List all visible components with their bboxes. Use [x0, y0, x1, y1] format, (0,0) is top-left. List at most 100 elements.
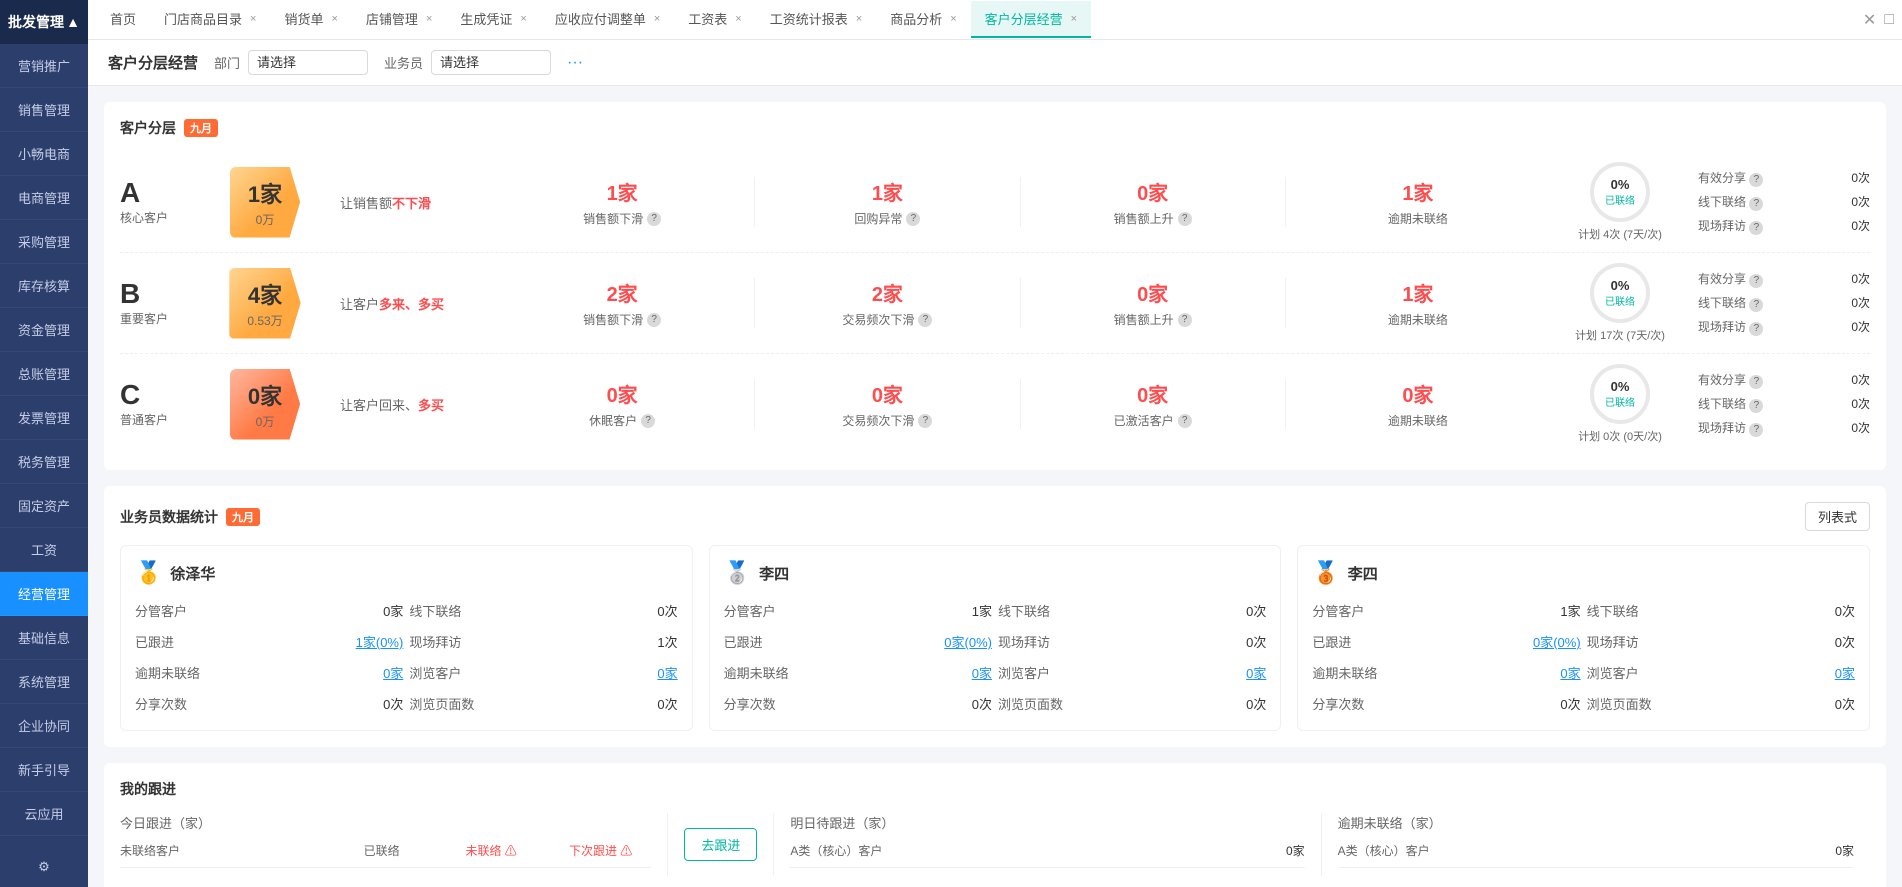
- sidebar-item-系统管理[interactable]: 系统管理: [0, 660, 88, 704]
- sidebar-item-固定资产[interactable]: 固定资产: [0, 484, 88, 528]
- info-icon: ?: [1178, 313, 1192, 327]
- sidebar-item-新手引导[interactable]: 新手引导: [0, 748, 88, 792]
- tier-circle-B: 0% 已联络 计划 17次 (7天/次): [1550, 263, 1690, 343]
- go-followup-button[interactable]: 去跟进: [684, 828, 757, 861]
- tab-close-应收应付调整单[interactable]: ×: [654, 13, 660, 25]
- staff-stat-线下联络: 线下联络 0次: [998, 598, 1266, 623]
- staff-name-row: 🥉 李四: [1312, 560, 1855, 586]
- sidebar-item-工资[interactable]: 工资: [0, 528, 88, 572]
- tab-销货单[interactable]: 销货单×: [270, 1, 351, 38]
- staff-stat-浏览客户: 浏览客户 0家: [1587, 660, 1855, 685]
- staff-name-row: 🥇 徐泽华: [135, 560, 678, 586]
- list-view-button[interactable]: 列表式: [1805, 502, 1870, 531]
- stat-A-回购异常: 1家 回购异常 ?: [755, 177, 1020, 227]
- info-icon: ?: [1749, 173, 1763, 187]
- tier-right-stats-C: 有效分享 ? 0次 线下联络 ? 0次 现场拜访 ? 0次: [1690, 368, 1870, 440]
- tab-close-工资统计报表[interactable]: ×: [856, 13, 862, 25]
- sidebar-item-电商管理[interactable]: 电商管理: [0, 176, 88, 220]
- staff-stat-分管客户: 分管客户 0家: [135, 598, 403, 623]
- tier-right-stats-B: 有效分享 ? 0次 线下联络 ? 0次 现场拜访 ? 0次: [1690, 267, 1870, 339]
- staff-card-徐泽华-0: 🥇 徐泽华 分管客户 0家 线下联络 0次 已跟进 1家(0%) 现场拜访 1次: [120, 545, 693, 731]
- tab-close-客户分层经营[interactable]: ×: [1071, 13, 1077, 25]
- tab-close-工资表[interactable]: ×: [735, 13, 741, 25]
- tab-close-生成凭证[interactable]: ×: [520, 13, 526, 25]
- staff-grid: 🥇 徐泽华 分管客户 0家 线下联络 0次 已跟进 1家(0%) 现场拜访 1次: [120, 545, 1870, 731]
- customer-tier-title: 客户分层 九月: [120, 118, 1870, 138]
- staff-stat-分管客户: 分管客户 1家: [724, 598, 992, 623]
- sidebar-toggle-icon: ▲: [66, 14, 80, 30]
- sidebar-item-总账管理[interactable]: 总账管理: [0, 352, 88, 396]
- staff-stat-现场拜访: 现场拜访 0次: [998, 629, 1266, 654]
- sidebar-item-企业协同[interactable]: 企业协同: [0, 704, 88, 748]
- tomorrow-followup-col: 明日待跟进（家） A类（核心）客户 0家: [773, 813, 1321, 876]
- staff-stat-浏览页面数: 浏览页面数 0次: [409, 691, 677, 716]
- tab-工资统计报表[interactable]: 工资统计报表×: [756, 1, 876, 38]
- sidebar-item-库存核算[interactable]: 库存核算: [0, 264, 88, 308]
- info-icon: ?: [647, 313, 661, 327]
- stat-A-逾期未联络: 1家 逾期未联络: [1286, 177, 1550, 227]
- tier-stats-B: 2家 销售额下滑 ? 2家 交易频次下滑 ? 0家 销售额上升 ? 1家 逾: [490, 278, 1550, 328]
- maximize-icon[interactable]: □: [1884, 11, 1894, 29]
- tab-close-门店商品目录[interactable]: ×: [250, 13, 256, 25]
- tab-应收应付调整单[interactable]: 应收应付调整单×: [541, 1, 674, 38]
- close-all-icon[interactable]: ✕: [1863, 10, 1876, 30]
- sidebar-item-采购管理[interactable]: 采购管理: [0, 220, 88, 264]
- stat-B-销售额上升: 0家 销售额上升 ?: [1021, 278, 1286, 328]
- info-icon: ?: [1749, 298, 1763, 312]
- staff-stat-已跟进: 已跟进 0家(0%): [724, 629, 992, 654]
- staff-select[interactable]: 请选择: [431, 50, 551, 75]
- tier-label-C: C 普通客户: [120, 381, 200, 428]
- overdue-label: 逾期未联络（家）: [1338, 813, 1854, 832]
- tier-row-B: B 重要客户 4家 0.53万 让客户多来、多买 2家 销售额下滑 ? 2家 交…: [120, 253, 1870, 354]
- tab-商品分析[interactable]: 商品分析×: [876, 1, 970, 38]
- staff-stats-grid-2: 分管客户 1家 线下联络 0次 已跟进 0家(0%) 现场拜访 0次 逾期未联络…: [1312, 598, 1855, 716]
- staff-stat-浏览客户: 浏览客户 0家: [998, 660, 1266, 685]
- sidebar-item-基础信息[interactable]: 基础信息: [0, 616, 88, 660]
- tab-工资表[interactable]: 工资表×: [674, 1, 755, 38]
- staff-month-badge: 九月: [226, 508, 260, 526]
- tab-生成凭证[interactable]: 生成凭证×: [446, 1, 540, 38]
- sidebar-item-资金管理[interactable]: 资金管理: [0, 308, 88, 352]
- stat-C-已激活客户: 0家 已激活客户 ?: [1021, 379, 1286, 429]
- sidebar-item-销售管理[interactable]: 销售管理: [0, 88, 88, 132]
- sidebar-item-经营管理[interactable]: 经营管理: [0, 572, 88, 616]
- sidebar-item-发票管理[interactable]: 发票管理: [0, 396, 88, 440]
- info-icon: ?: [647, 212, 661, 226]
- staff-stats-grid-0: 分管客户 0家 线下联络 0次 已跟进 1家(0%) 现场拜访 1次 逾期未联络…: [135, 598, 678, 716]
- info-icon: ?: [918, 313, 932, 327]
- sidebar-item-税务管理[interactable]: 税务管理: [0, 440, 88, 484]
- tier-circle-A: 0% 已联络 计划 4次 (7天/次): [1550, 162, 1690, 242]
- tier-count-B: 4家 0.53万: [200, 268, 330, 339]
- followup-col-headers: 未联络客户 已联络 未联络 ⚠ 下次跟进 ⚠: [120, 842, 651, 868]
- today-followup-col: 今日跟进（家） 未联络客户 已联络 未联络 ⚠ 下次跟进 ⚠: [120, 813, 668, 876]
- tab-门店商品目录[interactable]: 门店商品目录×: [150, 1, 270, 38]
- more-filter-icon[interactable]: ···: [567, 54, 583, 72]
- staff-stat-分享次数: 分享次数 0次: [724, 691, 992, 716]
- stat-C-交易频次下滑: 0家 交易频次下滑 ?: [755, 379, 1020, 429]
- stat-C-逾期未联络: 0家 逾期未联络: [1286, 379, 1550, 429]
- tab-close-商品分析[interactable]: ×: [950, 13, 956, 25]
- settings-button[interactable]: ⚙: [0, 847, 88, 887]
- staff-name-1: 李四: [759, 563, 789, 584]
- tomorrow-followup-label: 明日待跟进（家）: [790, 813, 1304, 832]
- stat-B-逾期未联络: 1家 逾期未联络: [1286, 278, 1550, 328]
- overdue-col: 逾期未联络（家） A类（核心）客户 0家: [1322, 813, 1870, 876]
- today-followup-label: 今日跟进（家）: [120, 813, 651, 832]
- staff-stats-header: 业务员数据统计 九月 列表式: [120, 502, 1870, 531]
- sidebar-item-云应用[interactable]: 云应用: [0, 792, 88, 836]
- info-icon: ?: [1749, 322, 1763, 336]
- staff-name-2: 李四: [1348, 563, 1378, 584]
- sidebar-item-小畅电商[interactable]: 小畅电商: [0, 132, 88, 176]
- sidebar-top[interactable]: 批发管理 ▲: [0, 0, 88, 44]
- dept-select[interactable]: 请选择: [248, 50, 368, 75]
- tier-row-A: A 核心客户 1家 0万 让销售额不下滑 1家 销售额下滑 ? 1家 回购异常 …: [120, 152, 1870, 253]
- staff-stats-section: 业务员数据统计 九月 列表式 🥇 徐泽华 分管客户 0家 线下联络 0次 已跟进…: [104, 486, 1886, 747]
- tier-label-B: B 重要客户: [120, 280, 200, 327]
- tab-店铺管理[interactable]: 店铺管理×: [352, 1, 446, 38]
- tab-close-销货单[interactable]: ×: [331, 13, 337, 25]
- tab-客户分层经营[interactable]: 客户分层经营×: [971, 1, 1091, 38]
- info-icon: ?: [1749, 375, 1763, 389]
- tab-close-店铺管理[interactable]: ×: [426, 13, 432, 25]
- tab-首页[interactable]: 首页: [96, 1, 150, 38]
- sidebar-item-营销推广[interactable]: 营销推广: [0, 44, 88, 88]
